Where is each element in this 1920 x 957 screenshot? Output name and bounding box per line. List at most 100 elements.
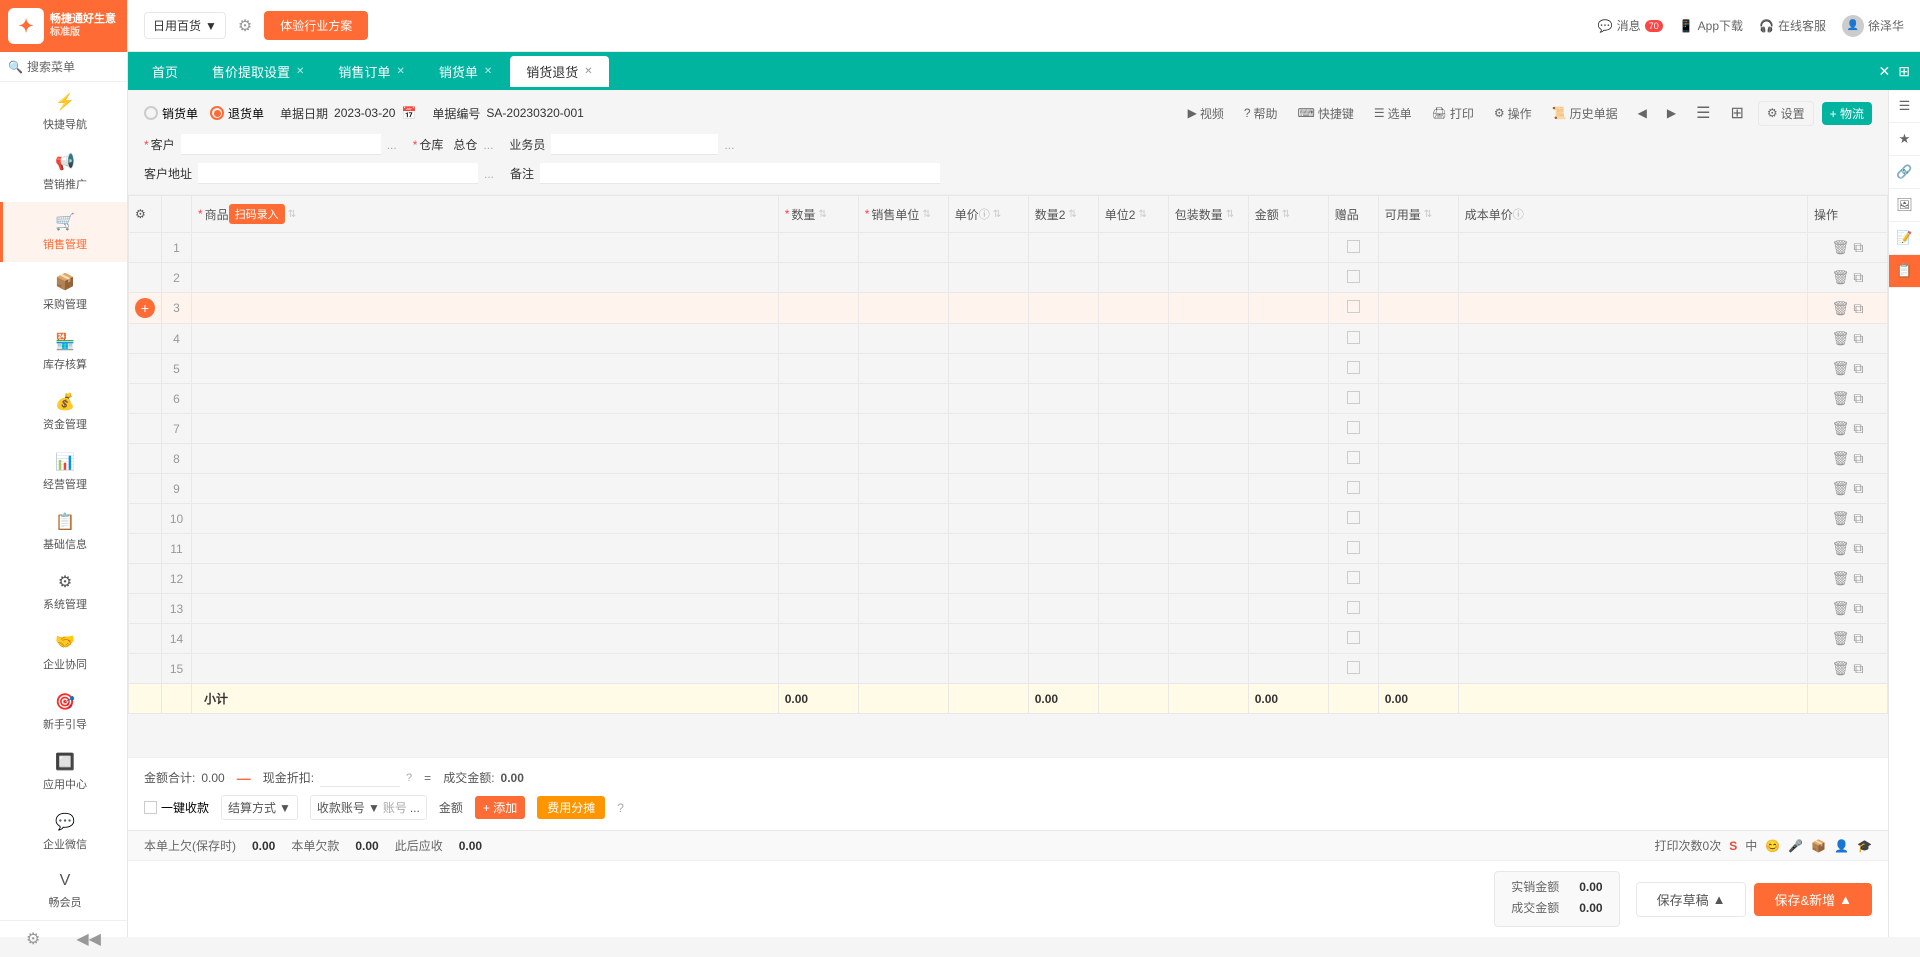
row-cost-price-cell[interactable] <box>1458 324 1807 354</box>
copy-row-icon[interactable]: ⧉ <box>1853 540 1863 557</box>
sort-price-icon[interactable]: ⇅ <box>993 209 1001 220</box>
row-unit-price-cell[interactable] <box>948 263 1028 293</box>
row-amount-cell[interactable] <box>1248 293 1328 324</box>
row-qty-cell[interactable] <box>778 504 858 534</box>
select-bill-btn[interactable]: ☰ 选单 <box>1368 102 1418 125</box>
row-pack-qty-cell[interactable] <box>1168 624 1248 654</box>
row-gift-cell[interactable] <box>1328 564 1378 594</box>
row-gift-cell[interactable] <box>1328 354 1378 384</box>
gift-checkbox[interactable] <box>1347 361 1360 374</box>
row-unit-price-cell[interactable] <box>948 474 1028 504</box>
row-gift-cell[interactable] <box>1328 474 1378 504</box>
row-amount-cell[interactable] <box>1248 504 1328 534</box>
row-unit2-cell[interactable] <box>1098 293 1168 324</box>
save-draft-dropdown-icon[interactable]: ▲ <box>1713 892 1726 907</box>
copy-row-icon[interactable]: ⧉ <box>1853 269 1863 286</box>
row-product-cell[interactable] <box>192 263 779 293</box>
copy-row-icon[interactable]: ⧉ <box>1853 600 1863 617</box>
row-sales-unit-cell[interactable] <box>858 354 948 384</box>
sidebar-item-marketing[interactable]: 📢 营销推广 <box>0 142 127 202</box>
row-cost-price-cell[interactable] <box>1458 354 1807 384</box>
delete-row-icon[interactable]: 🗑 <box>1832 390 1850 407</box>
row-pack-qty-cell[interactable] <box>1168 654 1248 684</box>
sidebar-item-basic-info[interactable]: 📋 基础信息 <box>0 502 127 562</box>
gear-icon[interactable]: ⚙ <box>135 207 146 221</box>
gift-checkbox[interactable] <box>1347 331 1360 344</box>
row-cost-price-cell[interactable] <box>1458 444 1807 474</box>
discount-input[interactable] <box>320 768 400 787</box>
row-qty2-cell[interactable] <box>1028 233 1098 263</box>
row-amount-cell[interactable] <box>1248 654 1328 684</box>
row-pack-qty-cell[interactable] <box>1168 534 1248 564</box>
unit-price-info-icon[interactable]: ⓘ <box>979 206 990 222</box>
delete-row-icon[interactable]: 🗑 <box>1832 239 1850 256</box>
row-product-cell[interactable] <box>192 384 779 414</box>
product-input[interactable] <box>198 301 772 315</box>
row-sales-unit-cell[interactable] <box>858 564 948 594</box>
row-product-cell[interactable] <box>192 293 779 324</box>
row-gift-cell[interactable] <box>1328 594 1378 624</box>
row-cost-price-cell[interactable] <box>1458 384 1807 414</box>
row-qty-cell[interactable] <box>778 444 858 474</box>
row-available-cell[interactable] <box>1378 233 1458 263</box>
sidebar-item-wechat[interactable]: 💬 企业微信 <box>0 802 127 862</box>
online-service-btn[interactable]: 🎧 在线客服 <box>1759 17 1826 34</box>
delete-row-icon[interactable]: 🗑 <box>1832 600 1850 617</box>
customer-input[interactable] <box>181 134 381 155</box>
delete-row-icon[interactable]: 🗑 <box>1832 330 1850 347</box>
row-available-cell[interactable] <box>1378 624 1458 654</box>
copy-row-icon[interactable]: ⧉ <box>1853 239 1863 256</box>
row-available-cell[interactable] <box>1378 444 1458 474</box>
row-unit2-cell[interactable] <box>1098 474 1168 504</box>
row-pack-qty-cell[interactable] <box>1168 263 1248 293</box>
cost-price-info-icon[interactable]: ⓘ <box>1513 206 1524 222</box>
delete-row-icon[interactable]: 🗑 <box>1832 360 1850 377</box>
grid-view-btn[interactable]: ⊞ <box>1724 100 1749 126</box>
sort-qty-icon[interactable]: ⇅ <box>818 209 826 220</box>
row-cost-price-cell[interactable] <box>1458 233 1807 263</box>
row-cost-price-cell[interactable] <box>1458 504 1807 534</box>
row-qty-cell[interactable] <box>778 474 858 504</box>
payment-method-select[interactable]: 结算方式 ▼ <box>221 795 298 820</box>
save-new-btn[interactable]: 保存&新增 ▲ <box>1754 883 1872 916</box>
row-product-cell[interactable] <box>192 504 779 534</box>
row-product-cell[interactable] <box>192 324 779 354</box>
account-select[interactable]: 收款账号 ▼ 账号 ... <box>310 795 427 820</box>
row-sales-unit-cell[interactable] <box>858 444 948 474</box>
delete-row-icon[interactable]: 🗑 <box>1832 420 1850 437</box>
shortcut-btn[interactable]: ⌨ 快捷键 <box>1292 102 1360 125</box>
delete-row-icon[interactable]: 🗑 <box>1832 660 1850 677</box>
row-product-cell[interactable] <box>192 594 779 624</box>
row-qty2-cell[interactable] <box>1028 263 1098 293</box>
row-available-cell[interactable] <box>1378 534 1458 564</box>
row-gift-cell[interactable] <box>1328 624 1378 654</box>
sidebar-item-enterprise[interactable]: 🤝 企业协同 <box>0 622 127 682</box>
list-view-btn[interactable]: ☰ <box>1690 100 1716 126</box>
messages-btn[interactable]: 💬 消息 70 <box>1598 17 1663 34</box>
user-menu[interactable]: 👤 徐泽华 <box>1842 15 1904 37</box>
row-unit2-cell[interactable] <box>1098 354 1168 384</box>
sidebar-item-guide[interactable]: 🎯 新手引导 <box>0 682 127 742</box>
row-qty-cell[interactable] <box>778 324 858 354</box>
sidebar-item-purchase[interactable]: 📦 采购管理 <box>0 262 127 322</box>
row-product-cell[interactable] <box>192 414 779 444</box>
row-pack-qty-cell[interactable] <box>1168 354 1248 384</box>
row-cost-price-cell[interactable] <box>1458 293 1807 324</box>
row-unit-price-cell[interactable] <box>948 654 1028 684</box>
tab-close-icon[interactable]: ✕ <box>484 66 492 77</box>
gift-checkbox[interactable] <box>1347 661 1360 674</box>
copy-row-icon[interactable]: ⧉ <box>1853 360 1863 377</box>
delete-row-icon[interactable]: 🗑 <box>1832 480 1850 497</box>
row-product-cell[interactable] <box>192 354 779 384</box>
gift-checkbox[interactable] <box>1347 481 1360 494</box>
fee-split-btn[interactable]: 费用分摊 <box>537 796 605 819</box>
row-unit-price-cell[interactable] <box>948 354 1028 384</box>
row-gift-cell[interactable] <box>1328 293 1378 324</box>
industry-selector[interactable]: 日用百货 ▼ <box>144 12 226 39</box>
status-icon-mic[interactable]: 🎤 <box>1788 839 1803 853</box>
delete-row-icon[interactable]: 🗑 <box>1832 269 1850 286</box>
row-pack-qty-cell[interactable] <box>1168 293 1248 324</box>
gift-checkbox[interactable] <box>1347 601 1360 614</box>
row-product-cell[interactable] <box>192 474 779 504</box>
row-qty2-cell[interactable] <box>1028 654 1098 684</box>
